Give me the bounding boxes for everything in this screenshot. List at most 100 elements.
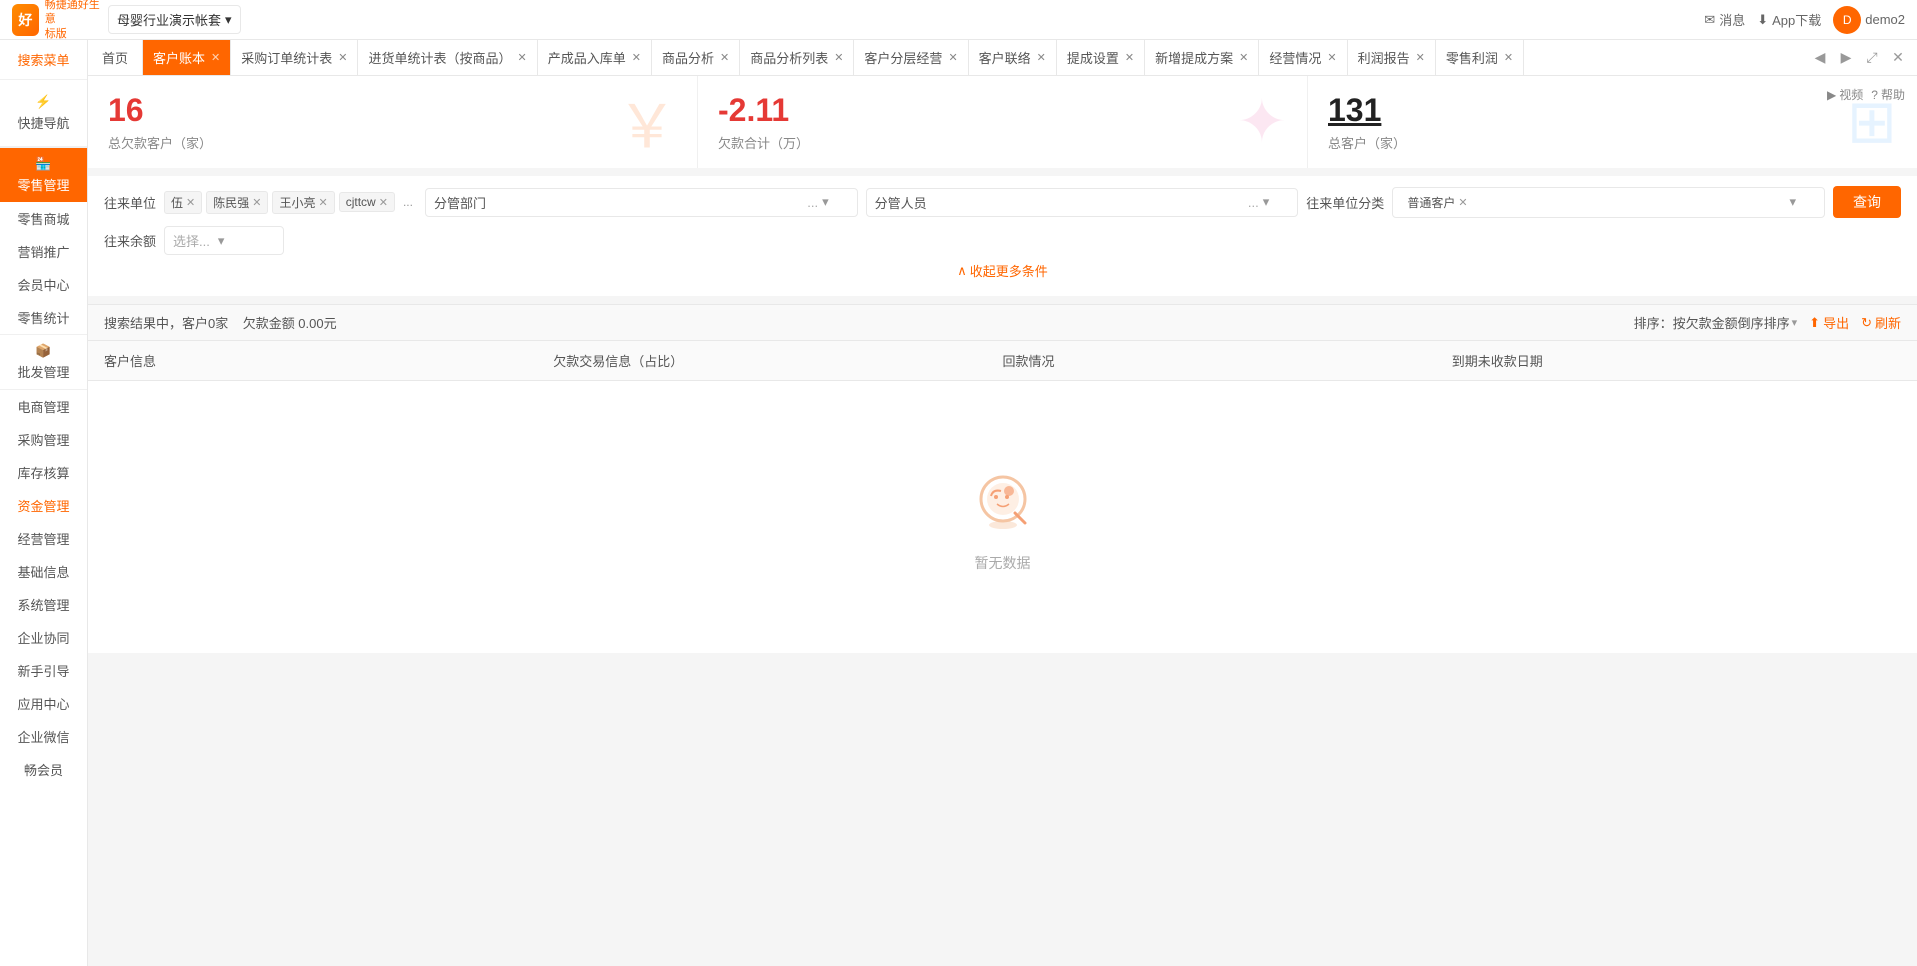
filter-person-select[interactable]: 分管人员 ... ▾ [866,188,1299,217]
tab-expand-button[interactable]: ⤢ [1861,47,1883,69]
table-header: 客户信息 欠款交易信息（占比） 回款情况 到期未收款日期 [88,341,1917,381]
sidebar-item-inventory[interactable]: 库存核算 [0,456,87,489]
tab-customer-contact[interactable]: 客户联络 ✕ [969,40,1057,76]
tab-raise-settings[interactable]: 提成设置 ✕ [1057,40,1145,76]
person-chevron-down-icon: ▾ [1263,194,1270,210]
tab-prev-button[interactable]: ◀ [1809,47,1831,69]
tab-home[interactable]: 首页 [88,40,143,76]
tab-add-raise-plan[interactable]: 新增提成方案 ✕ [1145,40,1259,76]
close-tab-profit-report[interactable]: ✕ [1416,51,1425,64]
tab-next-button[interactable]: ▶ [1835,47,1857,69]
sidebar-subitem-members[interactable]: 会员中心 [0,268,87,301]
user-menu[interactable]: D demo2 [1833,6,1905,34]
th-due-date: 到期未收款日期 [1452,351,1901,370]
sidebar-search[interactable]: 搜索菜单 [0,40,87,80]
th-debt-info: 欠款交易信息（占比） [553,351,1002,370]
content-area: 首页 客户账本 ✕ 采购订单统计表 ✕ 进货单统计表（按商品） ✕ 产成品入库单… [88,40,1917,966]
tab-customer-accounts[interactable]: 客户账本 ✕ [143,40,231,76]
stat-value-total-customers[interactable]: 131 [1328,92,1381,129]
close-tab-add-raise-plan[interactable]: ✕ [1239,51,1248,64]
close-tab-customer-accounts[interactable]: ✕ [211,51,220,64]
sidebar-item-ecommerce[interactable]: 电商管理 [0,390,87,423]
tab-customer-segment[interactable]: 客户分层经营 ✕ [854,40,968,76]
results-bar-right: 排序：按欠款金额倒序排序 ▾ ⬆ 导出 ↻ 刷新 [1634,313,1901,332]
app-download-button[interactable]: ⬇ App下载 [1757,10,1821,29]
tab-product-analysis[interactable]: 商品分析 ✕ [652,40,740,76]
wholesale-icon: 📦 [35,343,51,359]
filter-category-select[interactable]: 普通客户 ✕ ▾ [1392,187,1825,218]
sidebar-item-purchase[interactable]: 采购管理 [0,423,87,456]
close-tab-purchase-order-stats[interactable]: ✕ [338,51,347,64]
results-bar: 搜索结果中，客户0家 欠款金额 0.00元 排序：按欠款金额倒序排序 ▾ ⬆ 导… [88,304,1917,341]
logo-area: 好 畅捷通好生意 标版 [12,0,100,41]
filter-label-unit: 往来单位 [104,193,156,212]
message-button[interactable]: ✉ 消息 [1704,10,1745,29]
tab-operations-status[interactable]: 经营情况 ✕ [1259,40,1347,76]
sidebar-subitem-retail-mall[interactable]: 零售商城 [0,202,87,235]
top-bar-left: 好 畅捷通好生意 标版 母婴行业演示帐套 ▾ [12,0,241,41]
filter-balance-select[interactable]: 选择... ▾ [164,226,284,255]
tab-close-all-button[interactable]: ✕ [1887,47,1909,69]
filter-tag-company: 伍 ✕ [164,191,202,214]
close-tab-retail-profit[interactable]: ✕ [1504,51,1513,64]
sort-button[interactable]: 排序：按欠款金额倒序排序 ▾ [1634,313,1798,332]
sidebar-item-operations[interactable]: 经营管理 [0,522,87,555]
sidebar-item-retail-mgmt[interactable]: 🏪 零售管理 [0,148,87,202]
remove-tag-company[interactable]: ✕ [186,196,195,209]
filter-tags-more[interactable]: ... [399,193,417,211]
sidebar-section-wholesale: 📦 批发管理 [0,334,87,389]
refresh-icon: ↻ [1861,315,1872,331]
tab-retail-profit[interactable]: 零售利润 ✕ [1436,40,1524,76]
filter-tag-chen: 陈民强 ✕ [206,191,268,214]
close-tab-raise-settings[interactable]: ✕ [1125,51,1134,64]
query-button[interactable]: 查询 [1833,186,1901,218]
filter-label-balance: 往来余额 [104,231,156,250]
close-tab-production-incoming[interactable]: ✕ [632,51,641,64]
sidebar-item-finance[interactable]: 资金管理 [0,489,87,522]
sidebar-item-wholesale[interactable]: 📦 批发管理 [0,335,87,389]
tab-incoming-stats-product[interactable]: 进货单统计表（按商品） ✕ [358,40,537,76]
help-button[interactable]: ? 帮助 [1871,86,1905,103]
sidebar-subitem-retail-stats[interactable]: 零售统计 [0,301,87,334]
sidebar-item-enterprise-wechat[interactable]: 企业微信 [0,720,87,753]
export-button[interactable]: ⬆ 导出 [1809,313,1849,332]
filter-label-category: 往来单位分类 [1306,193,1384,212]
sidebar-item-vip-member[interactable]: 畅会员 [0,753,87,786]
sidebar-item-basic-info[interactable]: 基础信息 [0,555,87,588]
sidebar-item-enterprise-collab[interactable]: 企业协同 [0,621,87,654]
filter-dept-select[interactable]: 分管部门 ... ▾ [425,188,858,217]
close-tab-customer-segment[interactable]: ✕ [948,51,957,64]
close-tab-operations-status[interactable]: ✕ [1327,51,1336,64]
close-tab-product-analysis-list[interactable]: ✕ [834,51,843,64]
video-button[interactable]: ▶ 视频 [1827,86,1863,103]
sidebar-subitem-marketing[interactable]: 营销推广 [0,235,87,268]
tab-profit-report[interactable]: 利润报告 ✕ [1348,40,1436,76]
download-icon: ⬇ [1757,12,1768,28]
sidebar-item-app-center[interactable]: 应用中心 [0,687,87,720]
data-table: 客户信息 欠款交易信息（占比） 回款情况 到期未收款日期 [88,341,1917,653]
remove-tag-wang[interactable]: ✕ [319,196,328,209]
tab-purchase-order-stats[interactable]: 采购订单统计表 ✕ [231,40,358,76]
empty-state-text: 暂无数据 [975,553,1031,573]
sort-arrow-icon: ▾ [1792,316,1798,329]
filter-collapse-button[interactable]: ∧ 收起更多条件 [104,255,1901,286]
empty-icon [963,461,1043,541]
sidebar-item-quick-nav[interactable]: ⚡ 快捷导航 [0,86,87,140]
empty-state: 暂无数据 [88,381,1917,653]
refresh-button[interactable]: ↻ 刷新 [1861,313,1901,332]
close-tab-customer-contact[interactable]: ✕ [1037,51,1046,64]
remove-tag-chen[interactable]: ✕ [252,196,261,209]
tab-product-analysis-list[interactable]: 商品分析列表 ✕ [740,40,854,76]
remove-category-tag[interactable]: ✕ [1458,196,1467,209]
close-tab-incoming-stats-product[interactable]: ✕ [518,51,527,64]
tab-production-incoming[interactable]: 产成品入库单 ✕ [538,40,652,76]
close-tab-product-analysis[interactable]: ✕ [720,51,729,64]
page-content: ￥ 16 总欠款客户（家） ✦ -2.11 欠款合计（万） ⊞ 131 总客户（… [88,76,1917,966]
sidebar-item-newcomer[interactable]: 新手引导 [0,654,87,687]
sidebar-item-system[interactable]: 系统管理 [0,588,87,621]
stat-label-total-customers: 总客户（家） [1328,133,1406,152]
collapse-icon: ∧ [957,263,967,279]
org-selector[interactable]: 母婴行业演示帐套 ▾ [108,5,241,34]
export-icon: ⬆ [1809,315,1820,331]
remove-tag-cjttcw[interactable]: ✕ [379,196,388,209]
